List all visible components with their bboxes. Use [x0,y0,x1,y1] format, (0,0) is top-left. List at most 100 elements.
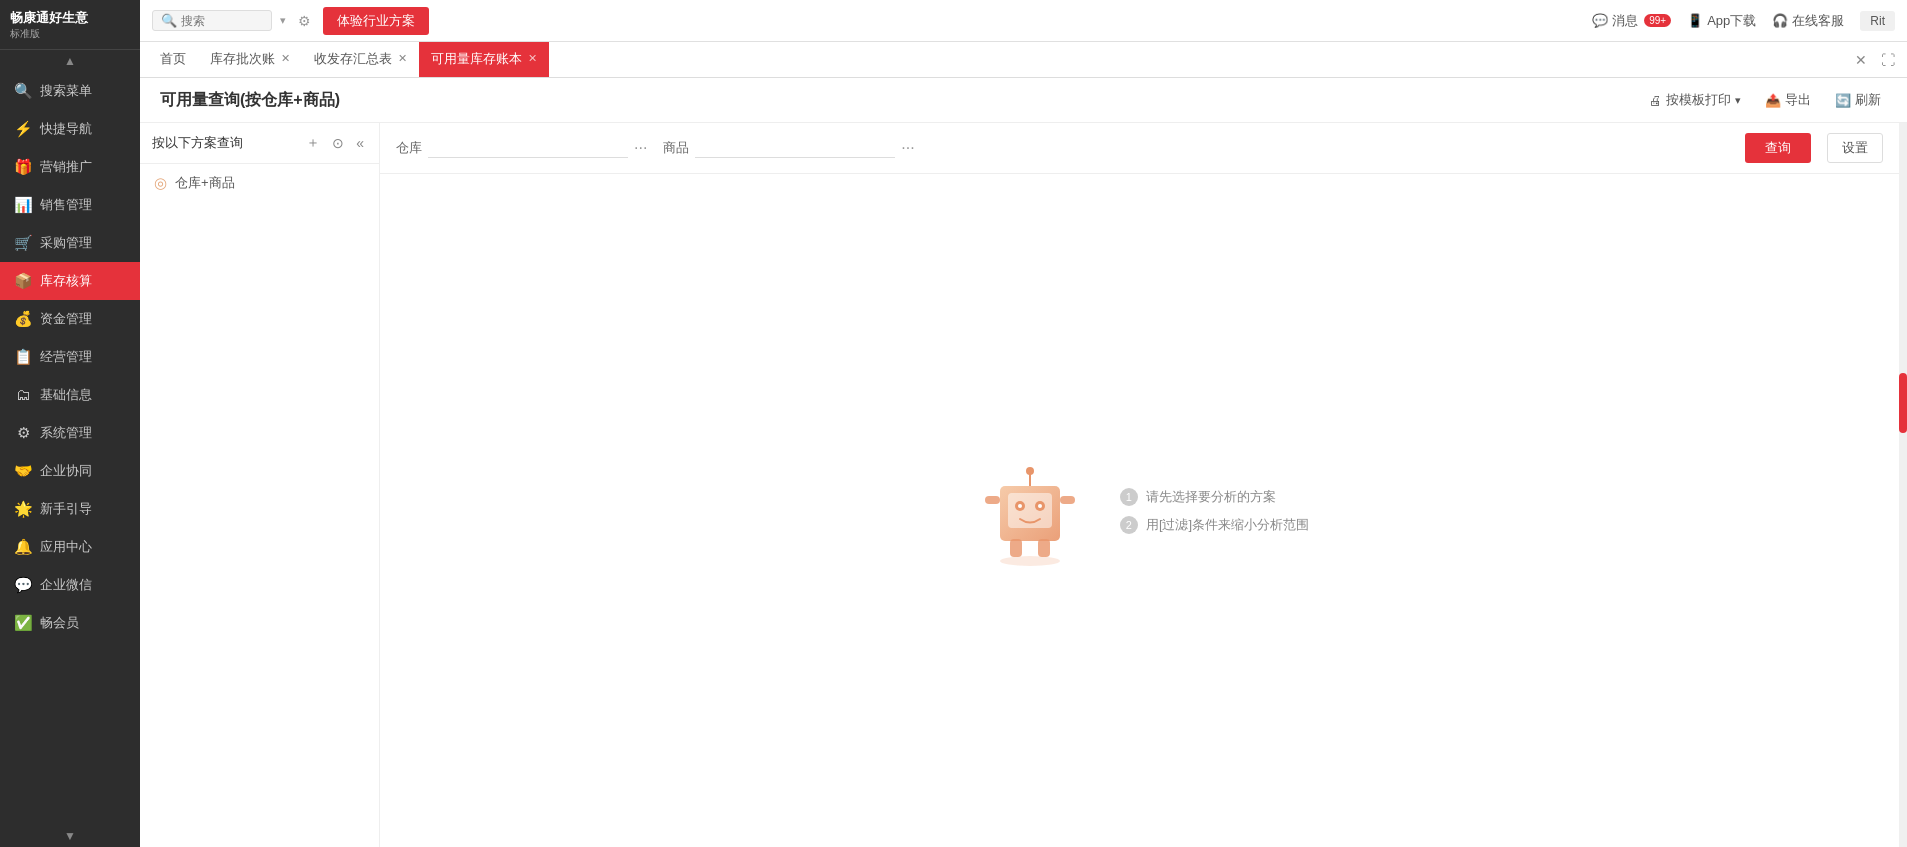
sidebar-label-inventory: 库存核算 [40,272,92,290]
purchase-icon: 🛒 [14,234,32,252]
sidebar-item-enterprise[interactable]: 🤝企业协同 [0,452,140,490]
sidebar-item-wechat[interactable]: 💬企业微信 [0,566,140,604]
logo-title: 畅康通好生意 [10,10,130,27]
close-tab-button[interactable]: ✕ [1851,50,1871,70]
scheme-icon: ◎ [154,174,167,192]
tab-available-ledger[interactable]: 可用量库存账本 ✕ [419,42,549,77]
filter-sidebar: 按以下方案查询 ＋ ⊙ « ◎ 仓库+商品 [140,123,380,847]
print-chevron-icon: ▾ [1735,94,1741,107]
filter-header: 按以下方案查询 ＋ ⊙ « [140,123,379,164]
sidebar-label-app: 应用中心 [40,538,92,556]
sidebar-label-purchase: 采购管理 [40,234,92,252]
close-tab-receipt-summary[interactable]: ✕ [398,53,407,64]
trial-button[interactable]: 体验行业方案 [323,7,429,35]
online-service-label: 在线客服 [1792,12,1844,30]
system-icon: ⚙ [14,424,32,442]
inventory-icon: 📦 [14,272,32,290]
svg-rect-9 [1060,496,1075,504]
online-service-action[interactable]: 🎧 在线客服 [1772,12,1844,30]
refresh-icon: 🔄 [1835,93,1851,108]
main-panel: 🔍 ▾ ⚙ 体验行业方案 💬 消息 99+ 📱 App下载 🎧 在线客服 Rit [140,0,1907,847]
sidebar-item-operation[interactable]: 📋经营管理 [0,338,140,376]
sidebar-item-finance[interactable]: 💰资金管理 [0,300,140,338]
query-button[interactable]: 查询 [1745,133,1811,163]
collapse-filter-button[interactable]: « [353,134,367,152]
sidebar-item-inventory[interactable]: 📦 库存核算 [0,262,140,300]
scrollbar-thumb[interactable] [1899,373,1907,433]
tab-label-home: 首页 [160,50,186,68]
tab-home[interactable]: 首页 [148,42,198,77]
sidebar-item-shortcut[interactable]: ⚡ 快捷导航 [0,110,140,148]
message-badge: 99+ [1644,14,1671,27]
close-tab-batch-account[interactable]: ✕ [281,53,290,64]
sidebar-label-member: 畅会员 [40,614,79,632]
settings-gear-icon[interactable]: ⚙ [294,13,315,29]
refresh-label: 刷新 [1855,91,1881,109]
export-button[interactable]: 📤 导出 [1759,88,1817,112]
sidebar-label-wechat: 企业微信 [40,576,92,594]
sidebar-item-basic[interactable]: 🗂基础信息 [0,376,140,414]
content-area: 按以下方案查询 ＋ ⊙ « ◎ 仓库+商品 仓库 ··· [140,123,1907,847]
app-download-action[interactable]: 📱 App下载 [1687,12,1756,30]
product-dots-button[interactable]: ··· [901,139,914,157]
maximize-tab-button[interactable]: ⛶ [1877,50,1899,70]
print-label: 按模板打印 [1666,91,1731,109]
tabbar: 首页库存批次账✕收发存汇总表✕ 可用量库存账本 ✕ ✕ ⛶ [140,42,1907,78]
sidebar-item-member[interactable]: ✅畅会员 [0,604,140,642]
right-scrollbar[interactable] [1899,123,1907,847]
user-menu[interactable]: Rit [1860,11,1895,31]
column-settings-button[interactable]: 设置 [1827,133,1883,163]
sidebar-item-search[interactable]: 🔍搜索菜单 [0,72,140,110]
search-icon: 🔍 [14,82,32,100]
tabbar-right-actions: ✕ ⛶ [1851,50,1899,70]
sidebar-item-sales[interactable]: 📊销售管理 [0,186,140,224]
sales-icon: 📊 [14,196,32,214]
message-action[interactable]: 💬 消息 99+ [1592,12,1671,30]
sidebar-item-app[interactable]: 🔔应用中心 [0,528,140,566]
svg-point-7 [1026,467,1034,475]
sidebar-item-newbie[interactable]: 🌟新手引导 [0,490,140,528]
product-label: 商品 [663,139,689,157]
enterprise-icon: 🤝 [14,462,32,480]
tab-label-available-ledger: 可用量库存账本 [431,50,522,68]
logo-subtitle: 标准版 [10,27,130,41]
warehouse-input[interactable] [428,138,628,158]
edit-filter-button[interactable]: ⊙ [329,134,347,152]
filter-header-label: 按以下方案查询 [152,134,243,152]
sidebar-menu: 🔍搜索菜单 ⚡ 快捷导航 🎁营销推广📊销售管理 🛒 采购管理 📦 库存核算 💰资金管理📋经营管理… [0,72,140,825]
page-header-actions: 🖨 按模板打印 ▾ 📤 导出 🔄 刷新 [1643,88,1887,112]
warehouse-dots-button[interactable]: ··· [634,139,647,157]
close-tab-available-ledger[interactable]: ✕ [528,53,537,64]
add-filter-button[interactable]: ＋ [303,133,323,153]
page-title: 可用量查询(按仓库+商品) [160,90,340,111]
sidebar-item-system[interactable]: ⚙系统管理 [0,414,140,452]
page-header: 可用量查询(按仓库+商品) 🖨 按模板打印 ▾ 📤 导出 🔄 刷新 [140,78,1907,123]
scheme-label: 仓库+商品 [175,174,235,192]
tab-receipt-summary[interactable]: 收发存汇总表✕ [302,42,419,77]
export-icon: 📤 [1765,93,1781,108]
topbar-search-box[interactable]: 🔍 [152,10,272,31]
refresh-button[interactable]: 🔄 刷新 [1829,88,1887,112]
query-bar: 仓库 ··· 商品 ··· 查询 设置 [380,123,1899,174]
empty-illustration [970,451,1090,571]
sidebar-scroll-up[interactable]: ▲ [0,50,140,72]
search-chevron-icon[interactable]: ▾ [280,14,286,27]
tab-batch-account[interactable]: 库存批次账✕ [198,42,302,77]
sidebar-label-newbie: 新手引导 [40,500,92,518]
search-input[interactable] [181,14,261,28]
tip-text-2: 用[过滤]条件来缩小分析范围 [1146,516,1309,534]
sidebar-item-purchase[interactable]: 🛒 采购管理 [0,224,140,262]
product-input[interactable] [695,138,895,158]
topbar-actions: 💬 消息 99+ 📱 App下载 🎧 在线客服 Rit [1592,11,1895,31]
sidebar-label-shortcut: 快捷导航 [40,120,92,138]
product-field: 商品 ··· [663,138,914,158]
sidebar-item-marketing[interactable]: 🎁营销推广 [0,148,140,186]
empty-state: 1 请先选择要分析的方案 2 用[过滤]条件来缩小分析范围 [380,174,1899,847]
sidebar-scroll-down[interactable]: ▼ [0,825,140,847]
message-icon: 💬 [1592,13,1608,28]
shortcut-icon: ⚡ [14,120,32,138]
tip-text-1: 请先选择要分析的方案 [1146,488,1276,506]
sidebar-label-marketing: 营销推广 [40,158,92,176]
print-button[interactable]: 🖨 按模板打印 ▾ [1643,88,1747,112]
filter-scheme-item[interactable]: ◎ 仓库+商品 [140,164,379,202]
